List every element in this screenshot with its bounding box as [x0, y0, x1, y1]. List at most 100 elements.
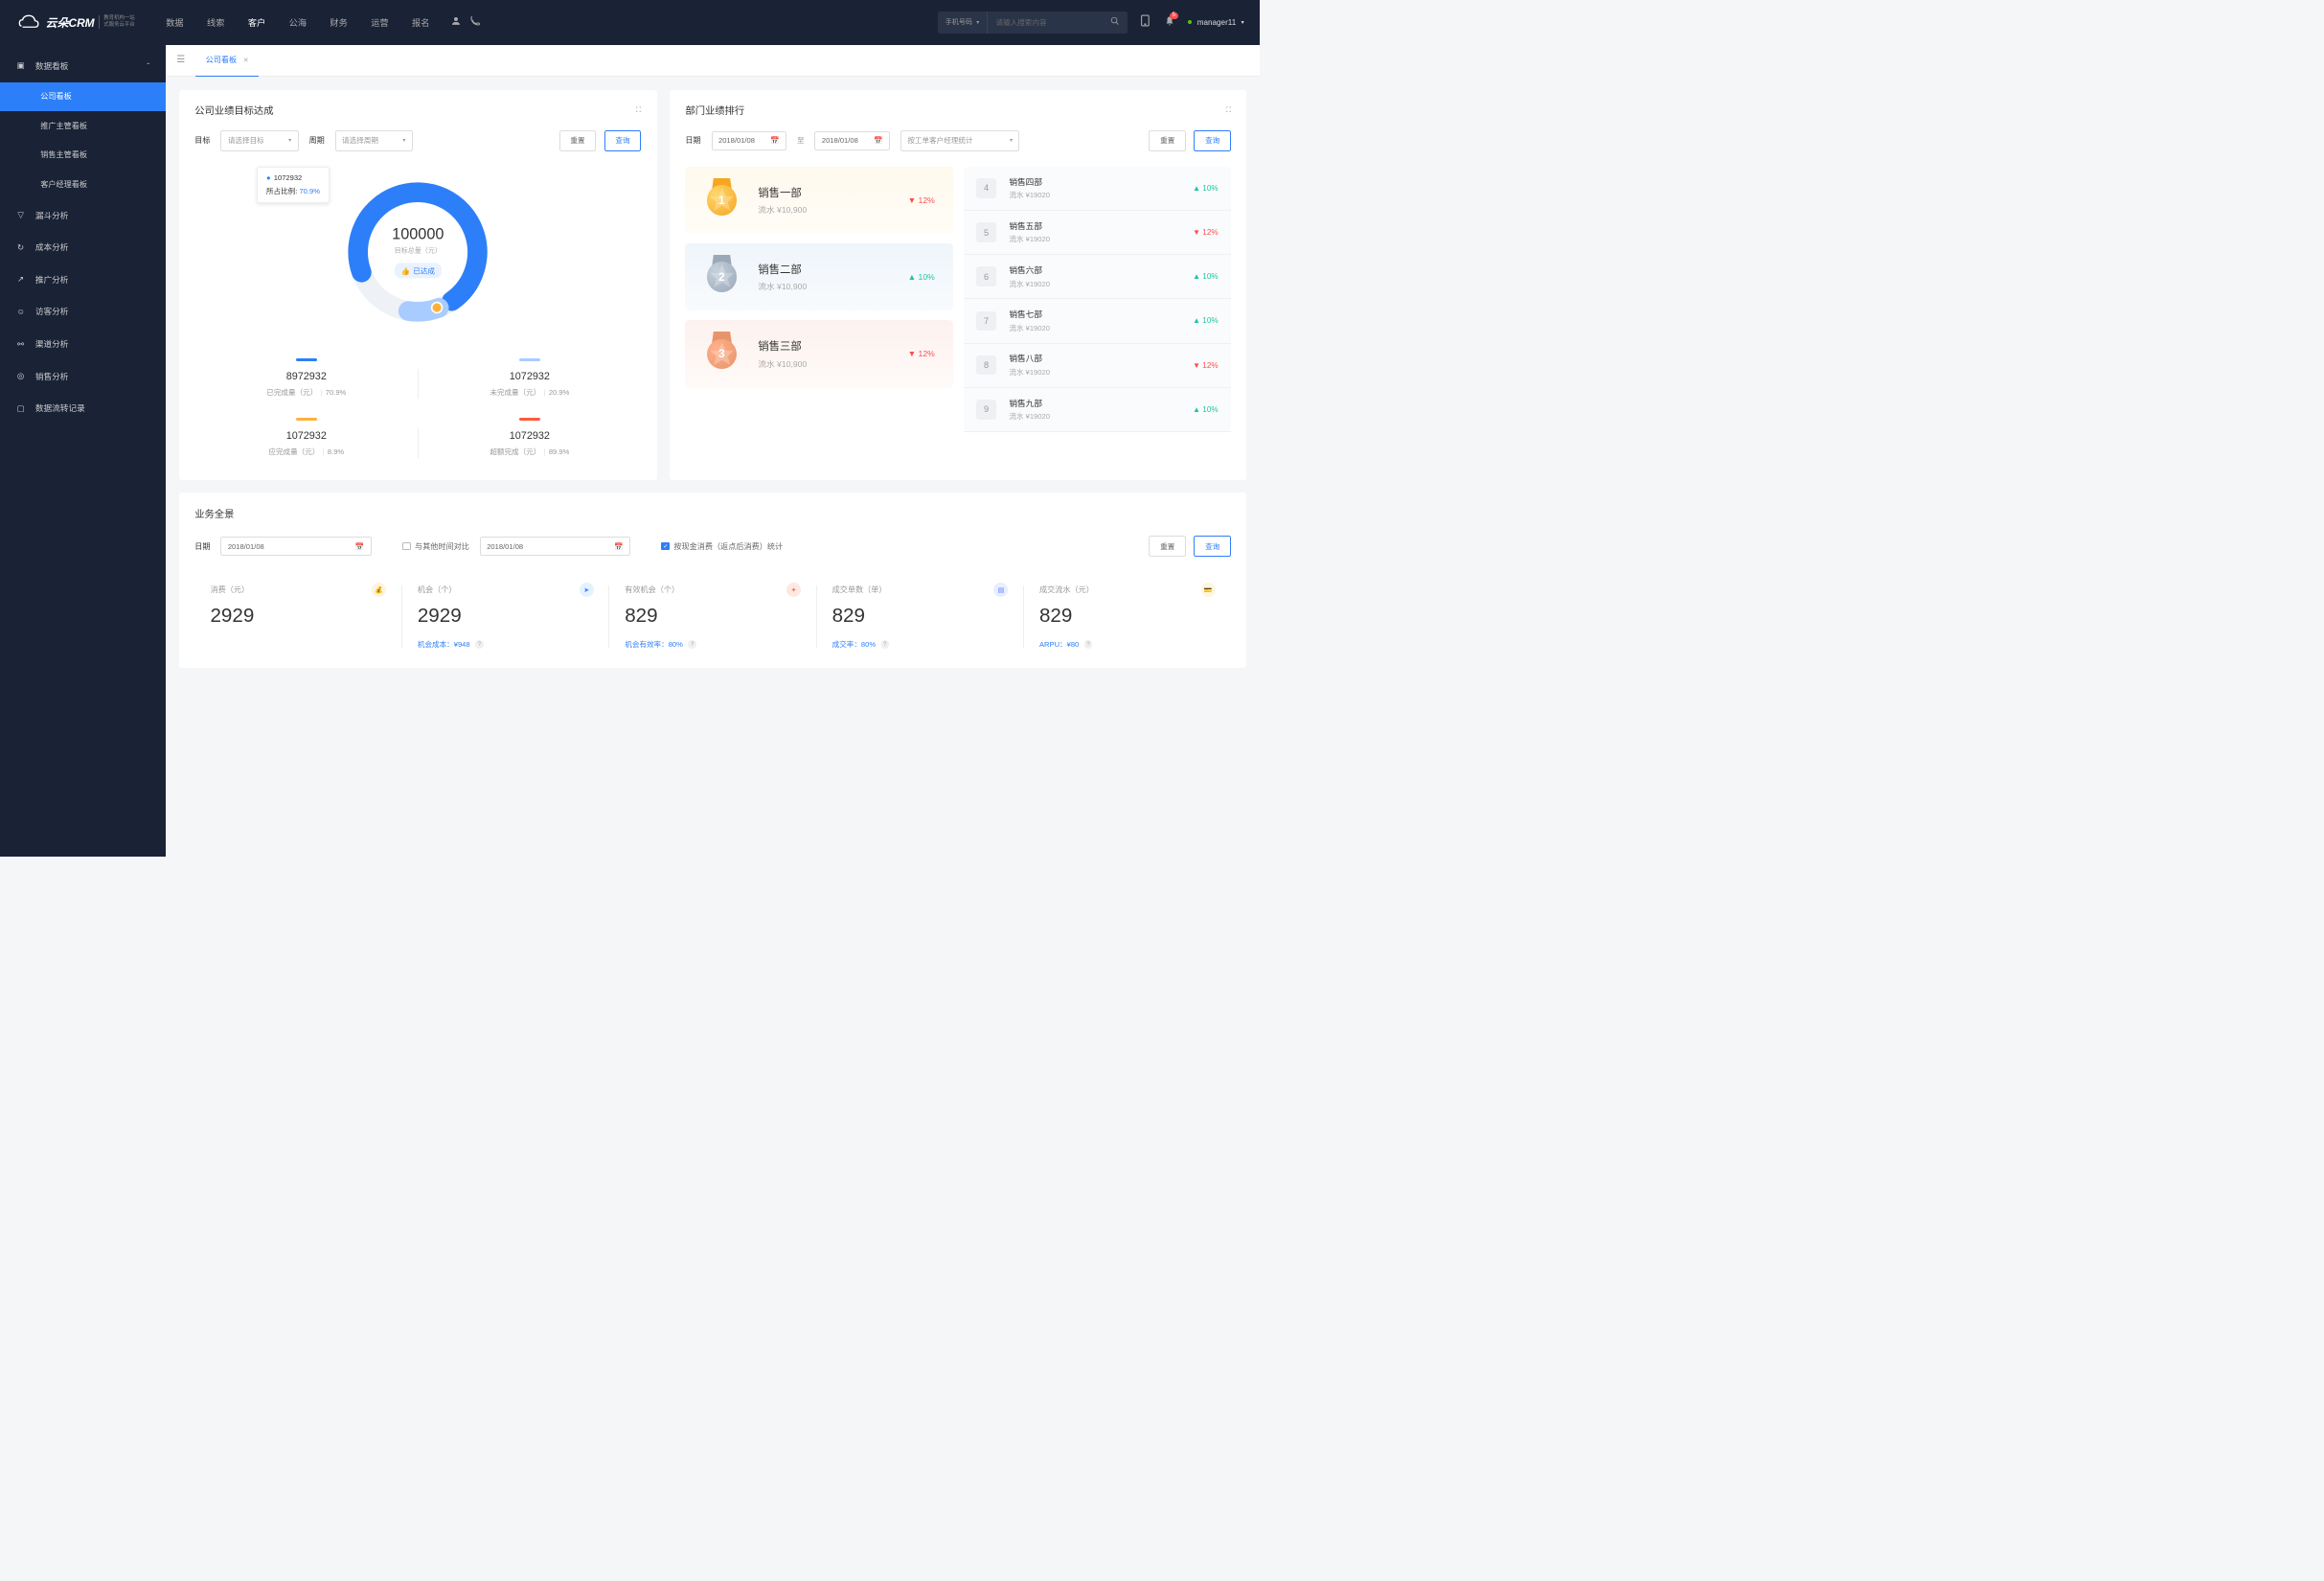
phone-icon[interactable]: [469, 15, 481, 30]
target-achievement-card: 公司业绩目标达成 ⛶ 目标 请选择目标▾ 周期 请选择周期▾ 重置: [179, 90, 657, 480]
nav-item-0[interactable]: 数据: [166, 11, 183, 34]
nav-item-1[interactable]: 线索: [207, 11, 224, 34]
reset-button[interactable]: 重置: [1149, 130, 1186, 151]
calendar-icon: 📅: [614, 542, 623, 551]
sidebar-sub-0-3[interactable]: 客户经理看板: [0, 170, 166, 199]
target-select[interactable]: 请选择目标▾: [220, 130, 298, 151]
compare-checkbox[interactable]: 与其他时间对比: [402, 541, 469, 552]
help-icon[interactable]: ?: [475, 640, 484, 649]
help-icon[interactable]: ?: [881, 640, 890, 649]
sidebar-item-4[interactable]: ☺访客分析: [0, 296, 166, 329]
rank-top-item: 2销售二部流水 ¥10,900▲ 10%: [685, 243, 952, 310]
metric-icon: ✦: [786, 583, 801, 597]
date-from-input[interactable]: 2018/01/08 📅: [712, 131, 787, 150]
chevron-down-icon: ▾: [1010, 137, 1013, 144]
device-icon[interactable]: [1140, 14, 1151, 30]
sidebar-icon: ▢: [15, 403, 26, 414]
sidebar-icon: ⚯: [15, 339, 26, 350]
stat-bar: [519, 358, 540, 361]
expand-icon[interactable]: ⛶: [636, 105, 641, 115]
change-indicator: ▲ 10%: [1193, 405, 1219, 414]
nav-item-4[interactable]: 财务: [330, 11, 347, 34]
expand-icon[interactable]: ⛶: [1226, 105, 1231, 115]
rank-row: 9销售九部流水 ¥19020▲ 10%: [964, 388, 1231, 432]
search-input[interactable]: [988, 18, 1102, 27]
search-type-select[interactable]: 手机号码 ▾: [938, 11, 989, 34]
nav-item-3[interactable]: 公海: [289, 11, 307, 34]
stat-cell: 1072932应完成量（元）|8.9%: [194, 407, 418, 467]
metric-cell: 成交流水（元）💳829ARPU：¥80?: [1024, 578, 1231, 655]
chevron-down-icon: ▾: [402, 137, 405, 144]
thumbs-up-icon: 👍: [401, 266, 410, 275]
overview-date2-input[interactable]: 2018/01/08 📅: [480, 537, 630, 556]
user-menu[interactable]: manager11 ▾: [1188, 18, 1244, 27]
collapse-toggle-icon[interactable]: ☰: [176, 55, 185, 65]
tab-company-board[interactable]: 公司看板 ✕: [195, 44, 260, 77]
sidebar-item-3[interactable]: ↗推广分析: [0, 264, 166, 296]
rank-top-item: 3销售三部流水 ¥10,900▼ 12%: [685, 320, 952, 387]
change-indicator: ▲ 10%: [908, 272, 935, 282]
logo-text: 云朵CRM: [46, 14, 95, 31]
stat-type-select[interactable]: 按工单客户经理统计▾: [900, 130, 1020, 151]
sidebar-item-0[interactable]: ▣数据看板⌃: [0, 50, 166, 82]
query-button[interactable]: 查询: [604, 130, 642, 151]
sidebar-sub-0-2[interactable]: 销售主管看板: [0, 141, 166, 171]
target-label: 目标: [194, 135, 210, 146]
sidebar-icon: ↻: [15, 242, 26, 253]
sidebar-item-7[interactable]: ▢数据流转记录: [0, 393, 166, 425]
reset-button[interactable]: 重置: [559, 130, 597, 151]
sidebar-item-6[interactable]: ◎销售分析: [0, 360, 166, 393]
metric-cell: 有效机会（个）✦829机会有效率：80%?: [609, 578, 816, 655]
cash-consumption-checkbox[interactable]: ✓ 按现金消费（返点后消费）统计: [661, 541, 783, 552]
overview-date1-input[interactable]: 2018/01/08 📅: [220, 537, 371, 556]
calendar-icon: 📅: [874, 136, 882, 145]
date-label: 日期: [685, 135, 700, 146]
nav-item-2[interactable]: 客户: [248, 11, 265, 34]
rank-number: 7: [976, 311, 996, 332]
notification-icon[interactable]: 5: [1164, 15, 1175, 30]
sidebar-item-1[interactable]: ▽漏斗分析: [0, 199, 166, 232]
change-indicator: ▼ 12%: [1193, 361, 1219, 370]
change-indicator: ▲ 10%: [1193, 316, 1219, 325]
card-title: 公司业绩目标达成: [194, 103, 273, 117]
sidebar-item-2[interactable]: ↻成本分析: [0, 231, 166, 264]
change-indicator: ▼ 12%: [908, 195, 935, 205]
period-select[interactable]: 请选择周期▾: [335, 130, 413, 151]
query-button[interactable]: 查询: [1194, 536, 1231, 557]
checkbox-box: [402, 542, 411, 551]
chevron-up-icon: ⌃: [146, 62, 150, 69]
sidebar-icon: ↗: [15, 274, 26, 285]
chevron-down-icon: ▾: [976, 19, 979, 26]
rank-number: 4: [976, 178, 996, 198]
metric-icon: ➤: [580, 583, 594, 597]
tabs-bar: ☰ 公司看板 ✕: [166, 45, 1259, 78]
metric-cell: 成交单数（单）▤829成交率：80%?: [816, 578, 1023, 655]
sidebar-item-5[interactable]: ⚯渠道分析: [0, 328, 166, 360]
reset-button[interactable]: 重置: [1149, 536, 1186, 557]
nav-item-6[interactable]: 报名: [412, 11, 429, 34]
close-icon[interactable]: ✕: [243, 56, 249, 64]
chart-tooltip: ●1072932 所占比例: 70.9%: [257, 167, 329, 203]
rank-row: 5销售五部流水 ¥19020▼ 12%: [964, 211, 1231, 255]
user-icon[interactable]: [450, 15, 462, 30]
help-icon[interactable]: ?: [1084, 640, 1093, 649]
stat-bar: [296, 358, 317, 361]
medal-icon: 2: [703, 259, 740, 295]
period-label: 周期: [308, 135, 324, 146]
change-indicator: ▼ 12%: [908, 349, 935, 358]
metric-icon: 💳: [1201, 583, 1216, 597]
sidebar-sub-0-1[interactable]: 推广主管看板: [0, 111, 166, 141]
stat-bar: [296, 418, 317, 421]
donut-label: 目标总量（元）: [392, 246, 444, 256]
help-icon[interactable]: ?: [688, 640, 696, 649]
change-indicator: ▲ 10%: [1193, 272, 1219, 281]
medal-icon: 1: [703, 182, 740, 218]
notification-badge: 5: [1170, 12, 1178, 19]
sidebar-icon: ▣: [15, 60, 26, 71]
nav-item-5[interactable]: 运营: [371, 11, 388, 34]
sidebar-sub-0-0[interactable]: 公司看板: [0, 82, 166, 112]
search-button[interactable]: [1103, 16, 1128, 28]
date-to-input[interactable]: 2018/01/08 📅: [814, 131, 890, 150]
query-button[interactable]: 查询: [1194, 130, 1231, 151]
main-content: ☰ 公司看板 ✕ 公司业绩目标达成 ⛶ 目标 请选择目标▾: [166, 45, 1259, 858]
